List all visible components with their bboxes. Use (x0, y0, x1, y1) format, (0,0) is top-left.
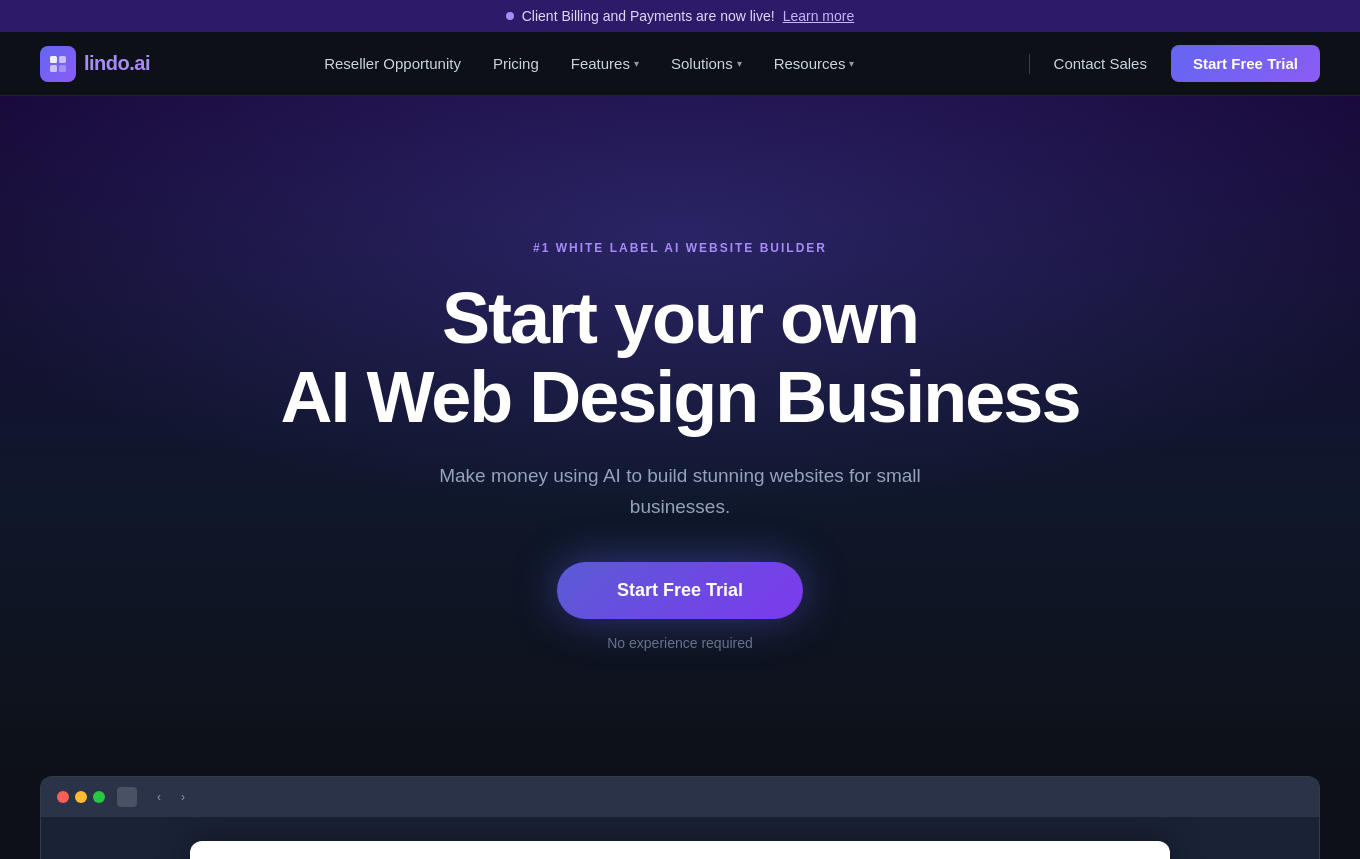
announcement-dot-icon (506, 12, 514, 20)
nav-item-solutions[interactable]: Solutions ▾ (671, 55, 742, 72)
hero-note: No experience required (607, 635, 753, 651)
cookie-banner: By continuing to use this site you conse… (190, 841, 1170, 859)
announcement-bar: Client Billing and Payments are now live… (0, 0, 1360, 32)
nav-item-resources[interactable]: Resources ▾ (774, 55, 855, 72)
browser-dots (57, 791, 105, 803)
announcement-text: Client Billing and Payments are now live… (522, 8, 775, 24)
logo-icon (40, 46, 76, 82)
solutions-chevron-icon: ▾ (737, 58, 742, 69)
browser-sidebar-icon[interactable] (117, 787, 137, 807)
nav-separator (1029, 54, 1030, 74)
hero-badge: #1 WHITE LABEL AI WEBSITE BUILDER (533, 241, 827, 255)
hero-section: #1 WHITE LABEL AI WEBSITE BUILDER Start … (0, 96, 1360, 776)
svg-rect-0 (50, 56, 57, 63)
nav-item-pricing[interactable]: Pricing (493, 55, 539, 72)
browser-dot-red[interactable] (57, 791, 69, 803)
hero-start-trial-button[interactable]: Start Free Trial (557, 562, 803, 619)
contact-sales-link[interactable]: Contact Sales (1054, 55, 1147, 72)
browser-dot-yellow[interactable] (75, 791, 87, 803)
nav-right: Contact Sales Start Free Trial (1029, 45, 1320, 82)
browser-nav-arrows: ‹ › (149, 787, 193, 807)
browser-back-icon[interactable]: ‹ (149, 787, 169, 807)
browser-content: By continuing to use this site you conse… (41, 817, 1319, 859)
hero-subtitle: Make money using AI to build stunning we… (400, 461, 960, 522)
features-chevron-icon: ▾ (634, 58, 639, 69)
learn-more-link[interactable]: Learn more (783, 8, 855, 24)
nav-item-reseller[interactable]: Reseller Opportunity (324, 55, 461, 72)
nav-item-features[interactable]: Features ▾ (571, 55, 639, 72)
logo-text: lindo.ai (84, 52, 150, 75)
nav-links: Reseller Opportunity Pricing Features ▾ … (324, 55, 854, 72)
browser-mockup: ‹ › By continuing to use this site you c… (40, 776, 1320, 859)
nav-start-trial-button[interactable]: Start Free Trial (1171, 45, 1320, 82)
navbar: lindo.ai Reseller Opportunity Pricing Fe… (0, 32, 1360, 96)
svg-rect-1 (59, 56, 66, 63)
svg-rect-2 (50, 65, 57, 72)
resources-chevron-icon: ▾ (849, 58, 854, 69)
logo[interactable]: lindo.ai (40, 46, 150, 82)
browser-forward-icon[interactable]: › (173, 787, 193, 807)
svg-rect-3 (59, 65, 66, 72)
hero-title: Start your own AI Web Design Business (281, 279, 1080, 437)
browser-dot-green[interactable] (93, 791, 105, 803)
browser-titlebar: ‹ › (41, 777, 1319, 817)
